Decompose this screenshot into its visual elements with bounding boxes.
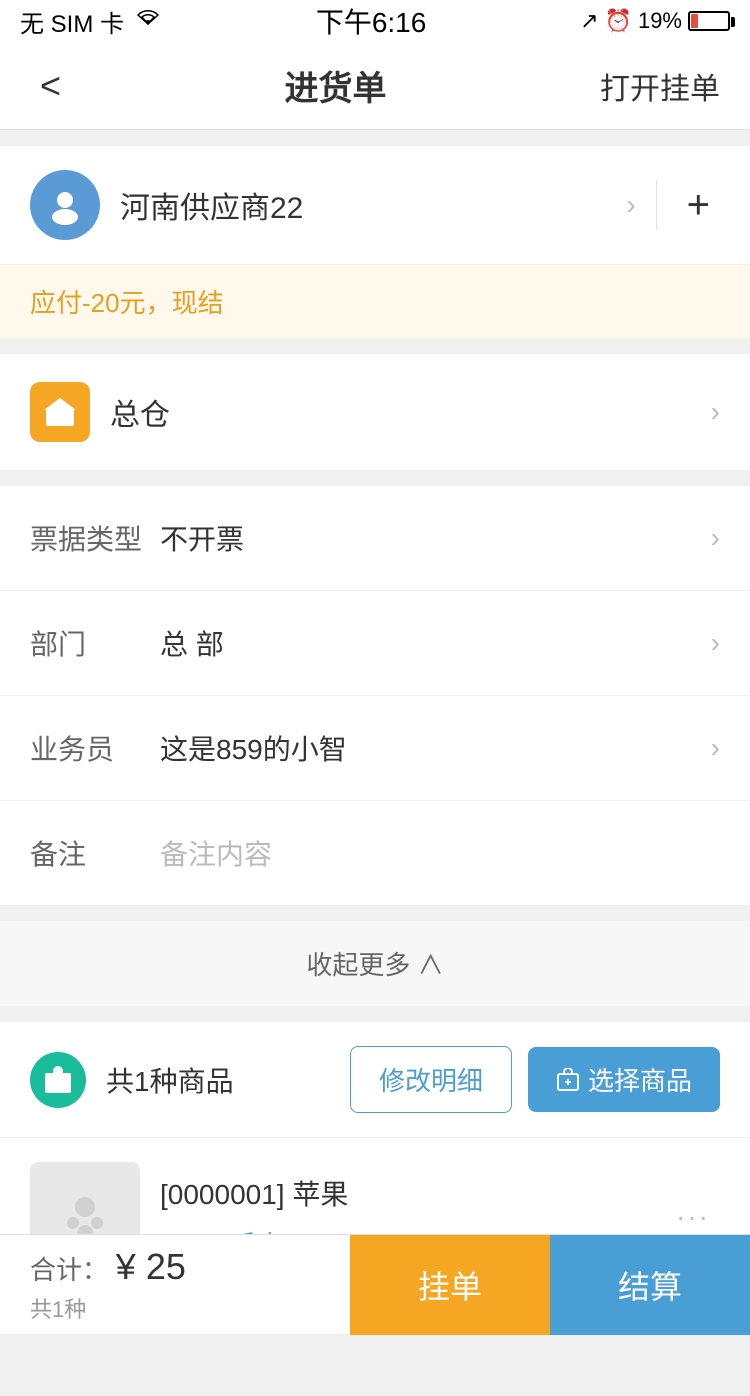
hang-button[interactable]: 挂单 — [350, 1235, 550, 1335]
sales-label: 业务员 — [30, 728, 160, 768]
warehouse-icon — [30, 382, 90, 442]
collapse-bar[interactable]: 收起更多 ∧ — [0, 921, 750, 1006]
select-product-label: 选择商品 — [588, 1061, 692, 1098]
footer-total: 合计： ¥ 25 共1种 — [0, 1246, 350, 1324]
notice-bar: 应付-20元，现结 — [0, 265, 750, 338]
product-code: [0000001] — [160, 1179, 285, 1210]
chevron-right-icon: › — [711, 396, 720, 428]
department-row[interactable]: 部门 总 部 › — [0, 591, 750, 696]
status-left: 无 SIM 卡 — [20, 4, 162, 39]
modify-detail-button[interactable]: 修改明细 — [350, 1046, 512, 1113]
supplier-name: 河南供应商22 — [120, 183, 626, 227]
notice-text: 应付-20元，现结 — [30, 288, 224, 318]
battery-text: 19% — [638, 8, 682, 34]
total-amount: ¥ 25 — [116, 1246, 186, 1287]
open-pending-button[interactable]: 打开挂单 — [600, 64, 720, 108]
total-sub: 共1种 — [30, 1292, 320, 1324]
invoice-value: 不开票 — [160, 518, 711, 558]
invoice-label: 票据类型 — [30, 518, 160, 558]
alarm-icon: ⏰ — [605, 8, 632, 34]
select-product-button[interactable]: 选择商品 — [528, 1047, 720, 1112]
product-header-icon — [30, 1052, 86, 1108]
warehouse-name: 总仓 — [110, 390, 711, 434]
warehouse-card: 总仓 › — [0, 354, 750, 470]
product-name: [0000001] 苹果 — [160, 1173, 646, 1213]
battery-icon — [688, 11, 730, 31]
supplier-card: 河南供应商22 › + 应付-20元，现结 — [0, 146, 750, 338]
main-content: 河南供应商22 › + 应付-20元，现结 总仓 › 票据类型 不开票 › 部门 — [0, 146, 750, 1396]
status-bar: 无 SIM 卡 下午6:16 ↗ ⏰ 19% — [0, 0, 750, 42]
department-label: 部门 — [30, 623, 160, 663]
product-title: 苹果 — [292, 1179, 348, 1210]
chevron-right-icon: › — [711, 522, 720, 554]
supplier-row[interactable]: 河南供应商22 › + — [0, 146, 750, 265]
status-time: 下午6:16 — [316, 1, 427, 41]
footer: 合计： ¥ 25 共1种 挂单 结算 — [0, 1234, 750, 1334]
chevron-right-icon: › — [711, 627, 720, 659]
page-title: 进货单 — [285, 61, 387, 110]
chevron-right-icon: › — [626, 189, 635, 221]
supplier-avatar — [30, 170, 100, 240]
divider — [656, 180, 657, 230]
hang-label: 挂单 — [418, 1262, 482, 1308]
product-count: 共1种商品 — [106, 1060, 350, 1100]
add-button[interactable]: + — [677, 183, 720, 228]
back-button[interactable]: < — [30, 55, 71, 117]
collapse-text: 收起更多 ∧ — [306, 950, 443, 980]
sales-row[interactable]: 业务员 这是859的小智 › — [0, 696, 750, 801]
settle-label: 结算 — [618, 1262, 682, 1308]
wifi-icon — [134, 7, 162, 35]
sales-value: 这是859的小智 — [160, 728, 711, 768]
remark-value[interactable]: 备注内容 — [160, 833, 720, 873]
settle-button[interactable]: 结算 — [550, 1235, 750, 1335]
product-header: 共1种商品 修改明细 选择商品 — [0, 1022, 750, 1138]
status-right: ↗ ⏰ 19% — [580, 8, 730, 34]
total-line: 合计： ¥ 25 — [30, 1246, 320, 1288]
remark-label: 备注 — [30, 833, 160, 873]
remark-row[interactable]: 备注 备注内容 — [0, 801, 750, 905]
carrier-text: 无 SIM 卡 — [20, 4, 124, 39]
invoice-row[interactable]: 票据类型 不开票 › — [0, 486, 750, 591]
warehouse-row[interactable]: 总仓 › — [0, 354, 750, 470]
department-value: 总 部 — [160, 623, 711, 663]
form-card: 票据类型 不开票 › 部门 总 部 › 业务员 这是859的小智 › 备注 备注… — [0, 486, 750, 905]
chevron-right-icon: › — [711, 732, 720, 764]
total-label: 合计： — [30, 1255, 108, 1285]
location-icon: ↗ — [580, 8, 598, 34]
nav-bar: < 进货单 打开挂单 — [0, 42, 750, 130]
